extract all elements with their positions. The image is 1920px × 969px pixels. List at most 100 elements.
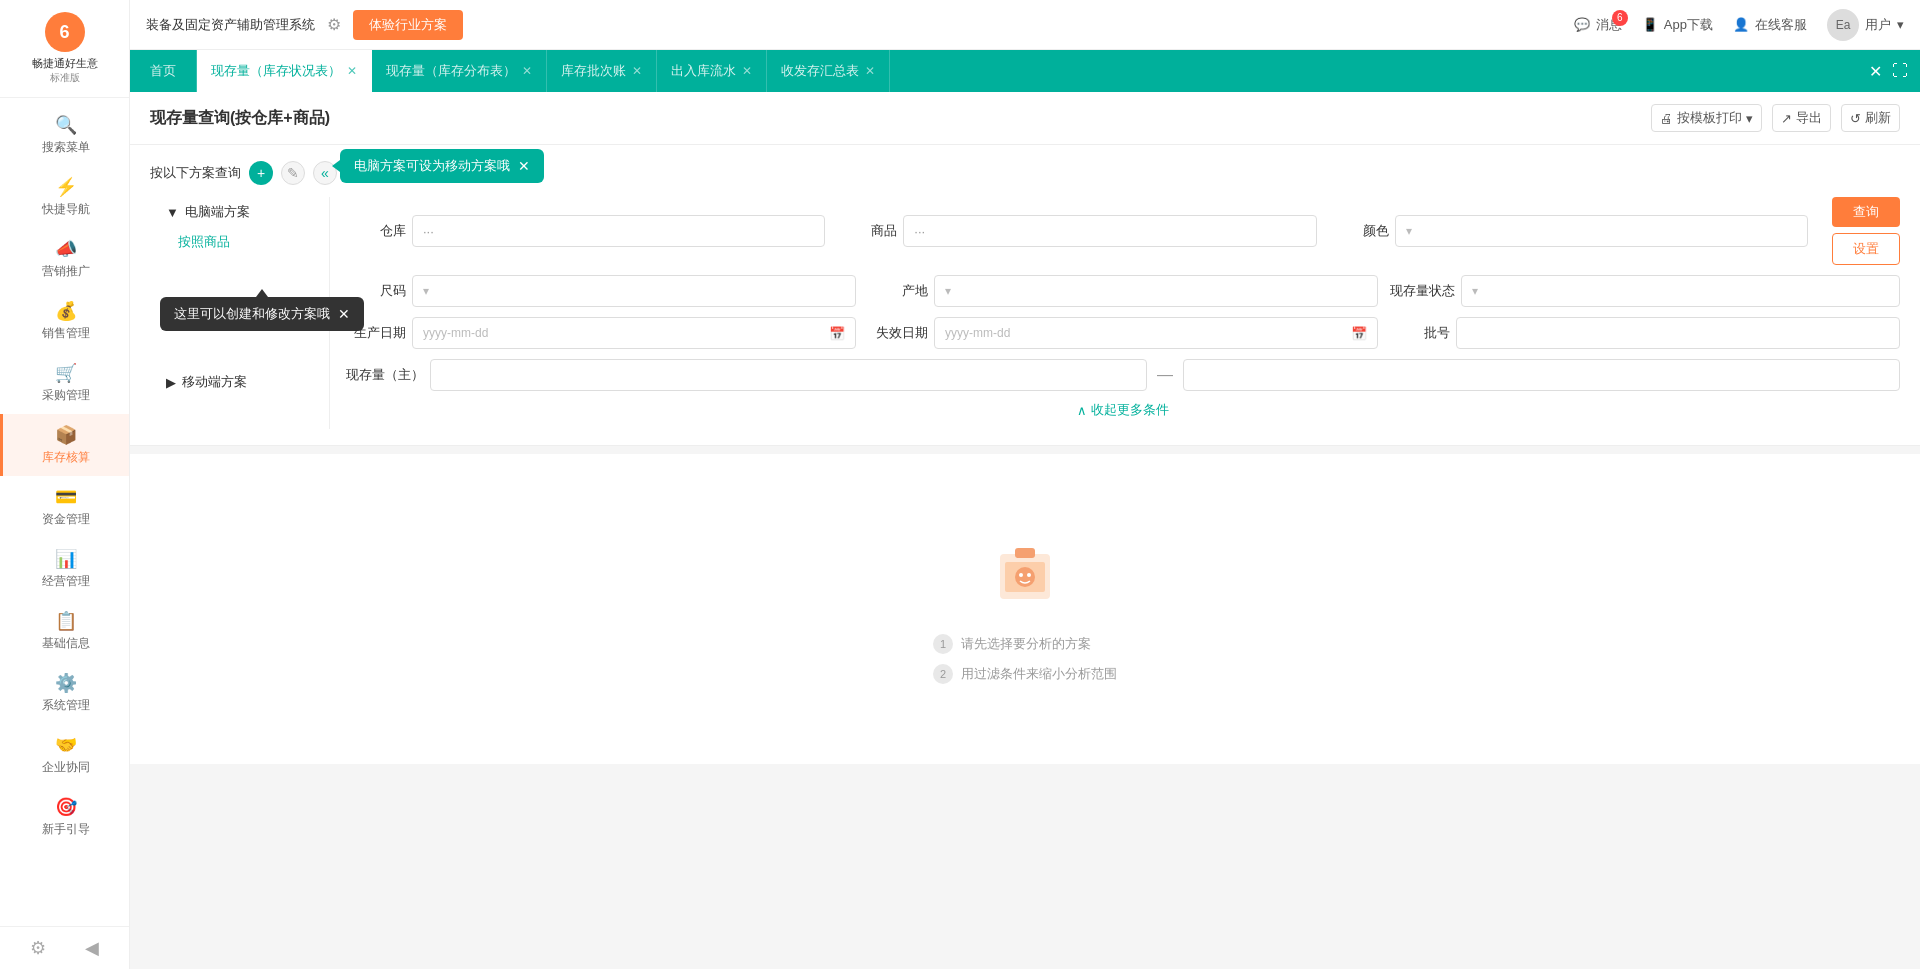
tab-expand-icon[interactable]: ⛶ (1892, 62, 1908, 80)
calendar-icon-1[interactable]: 📅 (829, 326, 845, 341)
tab-inventory-status[interactable]: 现存量（库存状况表） ✕ (197, 50, 372, 92)
marketing-icon: 📣 (55, 238, 77, 260)
sidebar-item-system[interactable]: ⚙️ 系统管理 (0, 662, 129, 724)
edit-tooltip-close[interactable]: ✕ (338, 306, 350, 322)
chevron-up-icon: ∧ (1077, 403, 1087, 418)
batch-no-label: 批号 (1390, 324, 1450, 342)
quick-nav-icon: ⚡ (55, 176, 77, 198)
filter-area: 按以下方案查询 + ✎ « 电脑方案可设为移动方案哦 ✕ ▼ 电脑端方案 (130, 145, 1920, 446)
edit-scheme-button[interactable]: ✎ (281, 161, 305, 185)
scheme-mobile-header[interactable]: ▶ 移动端方案 (150, 367, 317, 397)
message-group[interactable]: 💬 消息 6 (1574, 16, 1622, 34)
sidebar-item-enterprise[interactable]: 🤝 企业协同 (0, 724, 129, 786)
sidebar-item-guide[interactable]: 🎯 新手引导 (0, 786, 129, 848)
tab-collect-summary[interactable]: 收发存汇总表 ✕ (767, 50, 890, 92)
tab-inout-flow[interactable]: 出入库流水 ✕ (657, 50, 767, 92)
step-1-num: 1 (933, 634, 953, 654)
tabs-right-controls: ✕ ⛶ (1857, 50, 1920, 92)
color-input[interactable]: ▾ (1395, 215, 1808, 247)
sidebar-item-finance[interactable]: 💳 资金管理 (0, 476, 129, 538)
sidebar-item-quick-nav[interactable]: ⚡ 快捷导航 (0, 166, 129, 228)
export-label: 导出 (1796, 109, 1822, 127)
expiry-date-input[interactable]: yyyy-mm-dd 📅 (934, 317, 1378, 349)
scheme-mobile-section: ▶ 移动端方案 (150, 367, 317, 397)
tab-inventory-status-close[interactable]: ✕ (347, 64, 357, 78)
stock-main-input-to[interactable] (1183, 359, 1900, 391)
filter-label: 按以下方案查询 (150, 164, 241, 182)
app-download-group[interactable]: 📱 App下载 (1642, 16, 1713, 34)
query-button[interactable]: 查询 (1832, 197, 1900, 227)
print-button[interactable]: 🖨 按模板打印 ▾ (1651, 104, 1762, 132)
tab-inventory-batch-close[interactable]: ✕ (632, 64, 642, 78)
stock-main-to-field[interactable] (1184, 360, 1899, 390)
gear-icon[interactable]: ⚙ (327, 15, 341, 34)
print-icon: 🖨 (1660, 111, 1673, 126)
sidebar-collapse-btn[interactable]: ◀ (85, 937, 99, 959)
tab-inventory-dist-close[interactable]: ✕ (522, 64, 532, 78)
warehouse-dots: ··· (423, 224, 434, 239)
batch-no-text-field[interactable] (1457, 318, 1899, 348)
filter-fields: 仓库 ··· 商品 ··· 颜色 (346, 197, 1900, 429)
app-name: 畅捷通好生意 (32, 56, 98, 71)
sidebar-item-label: 快捷导航 (42, 201, 90, 218)
calendar-icon-2[interactable]: 📅 (1351, 326, 1367, 341)
sales-icon: 💰 (55, 300, 77, 322)
production-date-input[interactable]: yyyy-mm-dd 📅 (412, 317, 856, 349)
sidebar-item-inventory[interactable]: 📦 库存核算 (0, 414, 129, 476)
color-field: 颜色 ▾ (1329, 215, 1808, 247)
sidebar-item-purchase[interactable]: 🛒 采购管理 (0, 352, 129, 414)
sidebar-item-label: 经营管理 (42, 573, 90, 590)
operations-icon: 📊 (55, 548, 77, 570)
reset-button[interactable]: 设置 (1832, 233, 1900, 265)
sidebar-item-basic[interactable]: 📋 基础信息 (0, 600, 129, 662)
warehouse-input[interactable]: ··· (412, 215, 825, 247)
export-button[interactable]: ↗ 导出 (1772, 104, 1831, 132)
color-dropdown: ▾ (1406, 224, 1412, 238)
scheme-pc-label: 电脑端方案 (185, 203, 250, 221)
scheme-tooltip-close[interactable]: ✕ (518, 158, 530, 174)
batch-no-input[interactable] (1456, 317, 1900, 349)
user-label: 用户 (1865, 16, 1891, 34)
sidebar-item-search-menu[interactable]: 🔍 搜索菜单 (0, 104, 129, 166)
sidebar-item-operations[interactable]: 📊 经营管理 (0, 538, 129, 600)
filter-row-3: 生产日期 yyyy-mm-dd 📅 失效日期 yyyy-mm-dd 📅 (346, 317, 1900, 349)
empty-step-1: 1 请先选择要分析的方案 (933, 634, 1117, 654)
sidebar-item-label: 企业协同 (42, 759, 90, 776)
user-group[interactable]: Ea 用户 ▾ (1827, 9, 1904, 41)
sidebar-bottom: ⚙ ◀ (0, 926, 129, 969)
avatar: Ea (1827, 9, 1859, 41)
goods-input[interactable]: ··· (903, 215, 1316, 247)
add-scheme-button[interactable]: + (249, 161, 273, 185)
experience-button[interactable]: 体验行业方案 (353, 10, 463, 40)
sidebar-item-label: 营销推广 (42, 263, 90, 280)
warehouse-field: 仓库 ··· (346, 215, 825, 247)
sidebar-settings-btn[interactable]: ⚙ (30, 937, 46, 959)
page-actions: 🖨 按模板打印 ▾ ↗ 导出 ↺ 刷新 (1651, 104, 1900, 132)
stock-status-input[interactable]: ▾ (1461, 275, 1900, 307)
user-dropdown-icon: ▾ (1897, 17, 1904, 32)
tab-collect-summary-close[interactable]: ✕ (865, 64, 875, 78)
filter-header: 按以下方案查询 + ✎ « 电脑方案可设为移动方案哦 ✕ (150, 161, 1900, 185)
sidebar-item-marketing[interactable]: 📣 营销推广 (0, 228, 129, 290)
stock-main-input-from[interactable] (430, 359, 1147, 391)
refresh-button[interactable]: ↺ 刷新 (1841, 104, 1900, 132)
tab-inventory-dist[interactable]: 现存量（库存分布表） ✕ (372, 50, 547, 92)
collapse-conditions-row[interactable]: ∧ 收起更多条件 (346, 391, 1900, 429)
message-icon: 💬 (1574, 17, 1590, 32)
scheme-pc-header[interactable]: ▼ 电脑端方案 (150, 197, 317, 227)
origin-input[interactable]: ▾ (934, 275, 1378, 307)
tab-inout-flow-close[interactable]: ✕ (742, 64, 752, 78)
goods-label: 商品 (837, 222, 897, 240)
tab-home[interactable]: 首页 (130, 50, 197, 92)
tab-close-all-icon[interactable]: ✕ (1869, 62, 1882, 81)
sidebar-item-sales[interactable]: 💰 销售管理 (0, 290, 129, 352)
goods-field: 商品 ··· (837, 215, 1316, 247)
sidebar-item-label: 资金管理 (42, 511, 90, 528)
stock-main-from-field[interactable] (431, 360, 1146, 390)
scheme-pc-item-goods[interactable]: 按照商品 (150, 227, 317, 257)
tab-inventory-batch[interactable]: 库存批次账 ✕ (547, 50, 657, 92)
online-service-group[interactable]: 👤 在线客服 (1733, 16, 1807, 34)
sidebar-item-label: 系统管理 (42, 697, 90, 714)
size-input[interactable]: ▾ (412, 275, 856, 307)
production-date-placeholder: yyyy-mm-dd (423, 326, 488, 340)
